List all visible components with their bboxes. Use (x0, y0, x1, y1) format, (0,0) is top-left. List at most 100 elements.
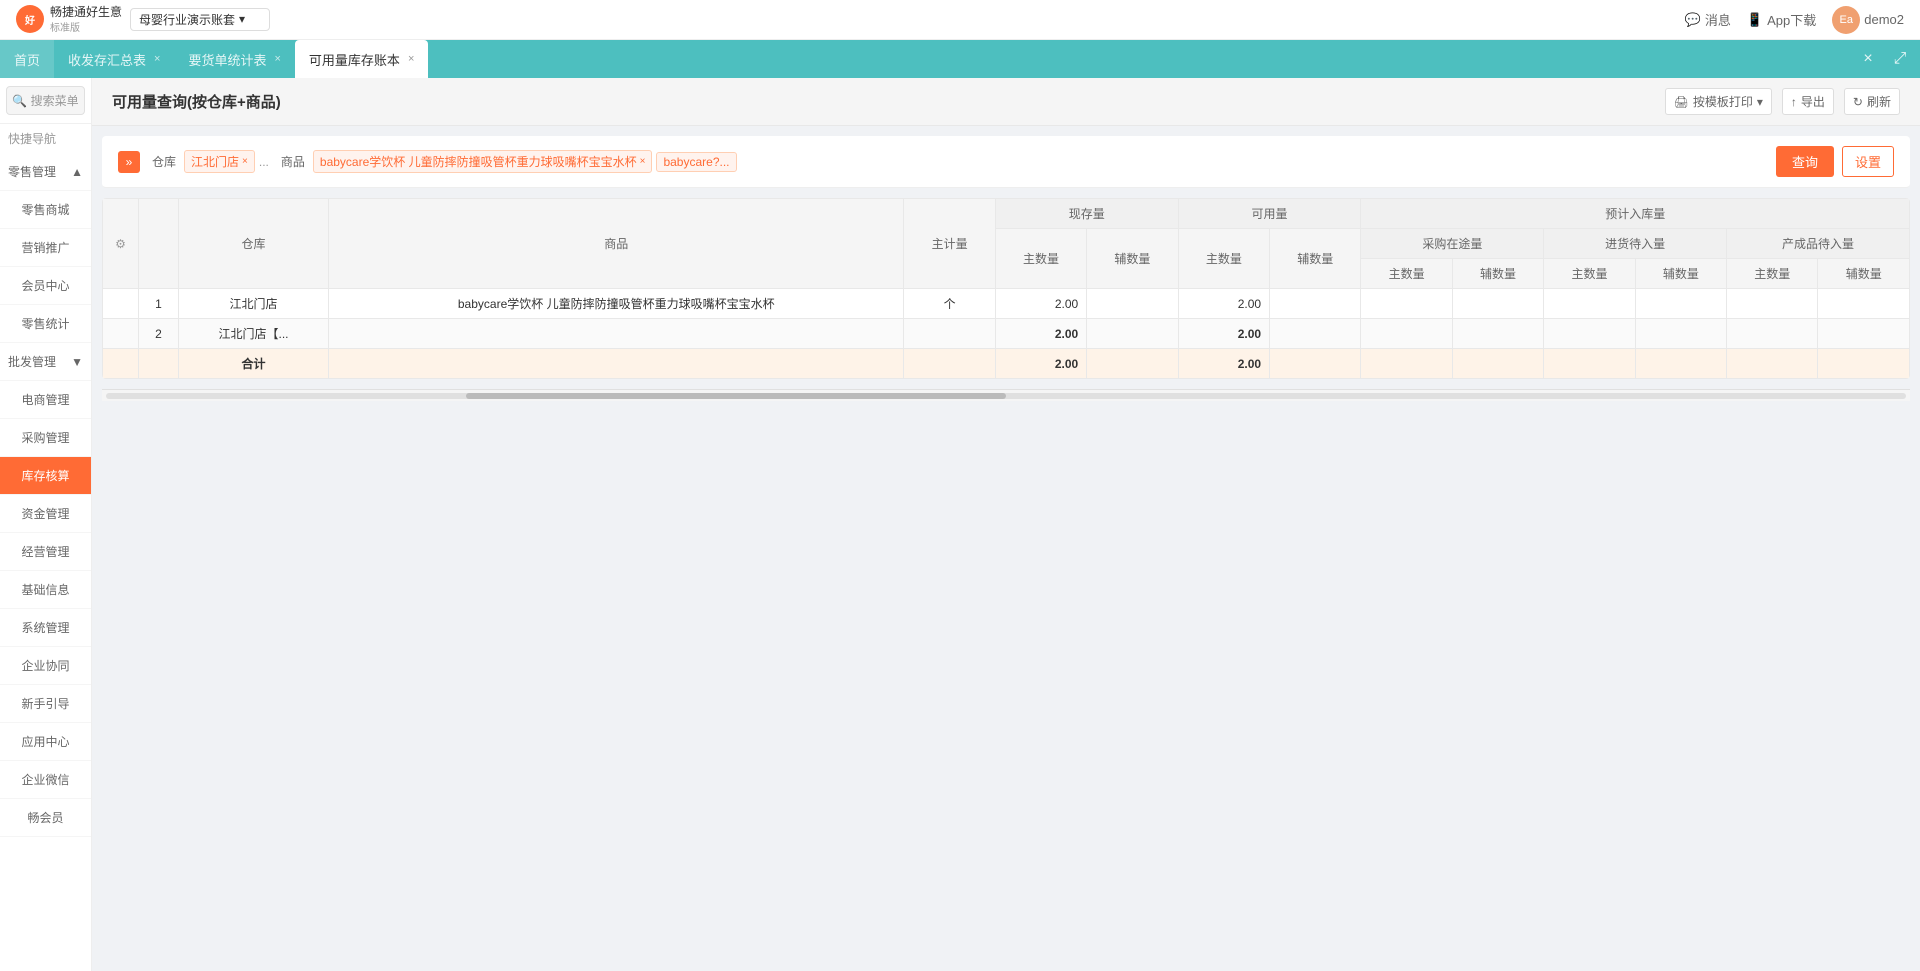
tab-home[interactable]: 首页 (0, 40, 54, 78)
page-actions: 🖨 按模板打印 ▾ ↑ 导出 ↻ 刷新 (1665, 88, 1900, 115)
td-production-aux-1 (1818, 289, 1910, 319)
sidebar-app-center-label: 应用中心 (21, 733, 69, 750)
sidebar-retail-stats-label: 零售统计 (21, 315, 69, 332)
td-index-2: 2 (139, 319, 179, 349)
th-stock-group: 现存量 (995, 199, 1178, 229)
tab-available-stock-label: 可用量库存账本 (309, 50, 400, 69)
warehouse-more-btn[interactable]: ... (259, 155, 269, 169)
sidebar-item-retail-mall[interactable]: 零售商城 (0, 191, 91, 229)
warehouse-tag-close[interactable]: × (242, 156, 248, 167)
tf-purchase-aux (1452, 349, 1543, 379)
sidebar-item-inventory[interactable]: 库存核算 (0, 457, 91, 495)
page-header: 可用量查询(按仓库+商品) 🖨 按模板打印 ▾ ↑ 导出 ↻ 刷新 (92, 78, 1920, 126)
table-row: 2 江北门店【... 2.00 2.00 (103, 319, 1910, 349)
warehouse-filter-label: 仓库 (152, 153, 176, 170)
td-arrival-main-1 (1544, 289, 1635, 319)
sidebar-search-btn[interactable]: 🔍 搜索菜单 (6, 86, 85, 115)
sidebar-item-system[interactable]: 系统管理 (0, 609, 91, 647)
sidebar-item-finance[interactable]: 资金管理 (0, 495, 91, 533)
logo-area: 好 畅捷通好生意 标准版 (16, 5, 122, 34)
refresh-btn[interactable]: ↻ 刷新 (1844, 88, 1900, 115)
tab-home-label: 首页 (14, 50, 40, 69)
sidebar-item-app-center[interactable]: 应用中心 (0, 723, 91, 761)
tf-index (139, 349, 179, 379)
warehouse-filter-group: 仓库 江北门店 × ... (152, 150, 269, 173)
product-tag-p2[interactable]: babycare?... (656, 152, 736, 172)
sidebar-wholesale-mgmt-arrow: ▼ (71, 355, 83, 369)
tf-product (329, 349, 904, 379)
sidebar-retail-mgmt-label: 零售管理 (8, 163, 56, 180)
td-settings-1 (103, 289, 139, 319)
print-label: 按模板打印 (1693, 93, 1753, 110)
filter-expand-btn[interactable]: » (118, 151, 140, 173)
td-purchase-aux-2 (1452, 319, 1543, 349)
th-available-aux: 辅数量 (1270, 229, 1361, 289)
sidebar-item-marketing[interactable]: 营销推广 (0, 229, 91, 267)
tab-order-stats[interactable]: 要货单统计表 × (174, 40, 294, 78)
print-btn[interactable]: 🖨 按模板打印 ▾ (1665, 88, 1772, 115)
app-download-btn[interactable]: 📱 App下载 (1747, 10, 1816, 29)
horizontal-scrollbar[interactable] (102, 389, 1910, 401)
tab-payment-summary[interactable]: 收发存汇总表 × (54, 40, 174, 78)
sidebar-item-basic-info[interactable]: 基础信息 (0, 571, 91, 609)
product-tag-p1-close[interactable]: × (640, 156, 646, 167)
th-index (139, 199, 179, 289)
sidebar-enterprise-wechat-label: 企业微信 (21, 771, 69, 788)
warehouse-tag-jiangbei[interactable]: 江北门店 × (184, 150, 255, 173)
td-production-main-1 (1727, 289, 1818, 319)
sidebar-item-retail-stats[interactable]: 零售统计 (0, 305, 91, 343)
td-available-main-1: 2.00 (1178, 289, 1269, 319)
logo-text-area: 畅捷通好生意 标准版 (50, 5, 122, 34)
scrollbar-thumb[interactable] (466, 393, 1006, 399)
close-all-tabs-btn[interactable]: × (1856, 47, 1880, 71)
th-arrival-main: 主数量 (1544, 259, 1635, 289)
tab-available-stock[interactable]: 可用量库存账本 × (295, 40, 428, 78)
td-arrival-aux-2 (1635, 319, 1726, 349)
export-btn[interactable]: ↑ 导出 (1782, 88, 1834, 115)
data-table: ⚙ 仓库 商品 主计量 现存量 可用量 预计入库量 主数量 辅数量 主数量 (102, 198, 1910, 379)
sidebar-item-new-guide[interactable]: 新手引导 (0, 685, 91, 723)
sidebar-vip-member-label: 畅会员 (27, 809, 63, 826)
query-btn[interactable]: 查询 (1776, 146, 1834, 177)
user-area[interactable]: Ea demo2 (1832, 6, 1904, 34)
sidebar-retail-mall-label: 零售商城 (21, 201, 69, 218)
tab-payment-summary-close[interactable]: × (154, 53, 160, 65)
th-product: 商品 (329, 199, 904, 289)
tab-order-stats-label: 要货单统计表 (188, 50, 266, 69)
sidebar-item-enterprise[interactable]: 企业协同 (0, 647, 91, 685)
tf-production-aux (1818, 349, 1910, 379)
tab-order-stats-close[interactable]: × (274, 53, 280, 65)
warehouse-tag-container: 江北门店 × ... (184, 150, 269, 173)
download-label: App下载 (1767, 10, 1816, 29)
message-btn[interactable]: 💬 消息 (1685, 10, 1731, 29)
table-settings-icon[interactable]: ⚙ (115, 237, 126, 251)
td-production-main-2 (1727, 319, 1818, 349)
th-warehouse: 仓库 (179, 199, 329, 289)
sidebar-item-member[interactable]: 会员中心 (0, 267, 91, 305)
setting-btn[interactable]: 设置 (1842, 146, 1894, 177)
sidebar-item-enterprise-wechat[interactable]: 企业微信 (0, 761, 91, 799)
td-arrival-aux-1 (1635, 289, 1726, 319)
sidebar-item-retail-mgmt[interactable]: 零售管理 ▲ (0, 153, 91, 191)
sidebar-search-area: 🔍 搜索菜单 (0, 78, 91, 124)
td-stock-main-2: 2.00 (995, 319, 1086, 349)
tab-available-stock-close[interactable]: × (408, 53, 414, 65)
product-tag-p1[interactable]: babycare学饮杯 儿童防摔防撞吸管杯重力球吸嘴杯宝宝水杯 × (313, 150, 653, 173)
th-stock-aux: 辅数量 (1087, 229, 1178, 289)
sidebar-item-operations[interactable]: 经营管理 (0, 533, 91, 571)
expand-btn[interactable]: ⤢ (1888, 47, 1912, 71)
sidebar-marketing-label: 营销推广 (21, 239, 69, 256)
td-arrival-main-2 (1544, 319, 1635, 349)
tf-purchase-main (1361, 349, 1452, 379)
sidebar-item-ecommerce[interactable]: 电商管理 (0, 381, 91, 419)
sidebar-system-label: 系统管理 (21, 619, 69, 636)
th-purchase-group: 采购在途量 (1361, 229, 1544, 259)
sidebar-item-vip-member[interactable]: 畅会员 (0, 799, 91, 837)
product-tag-container: babycare学饮杯 儿童防摔防撞吸管杯重力球吸嘴杯宝宝水杯 × babyca… (313, 150, 737, 173)
tenant-selector[interactable]: 母婴行业演示账套 ▾ (130, 8, 270, 31)
sidebar-item-purchase[interactable]: 采购管理 (0, 419, 91, 457)
td-unit-1: 个 (904, 289, 995, 319)
th-settings: ⚙ (103, 199, 139, 289)
sidebar-item-wholesale-mgmt[interactable]: 批发管理 ▼ (0, 343, 91, 381)
th-incoming-group: 预计入库量 (1361, 199, 1910, 229)
